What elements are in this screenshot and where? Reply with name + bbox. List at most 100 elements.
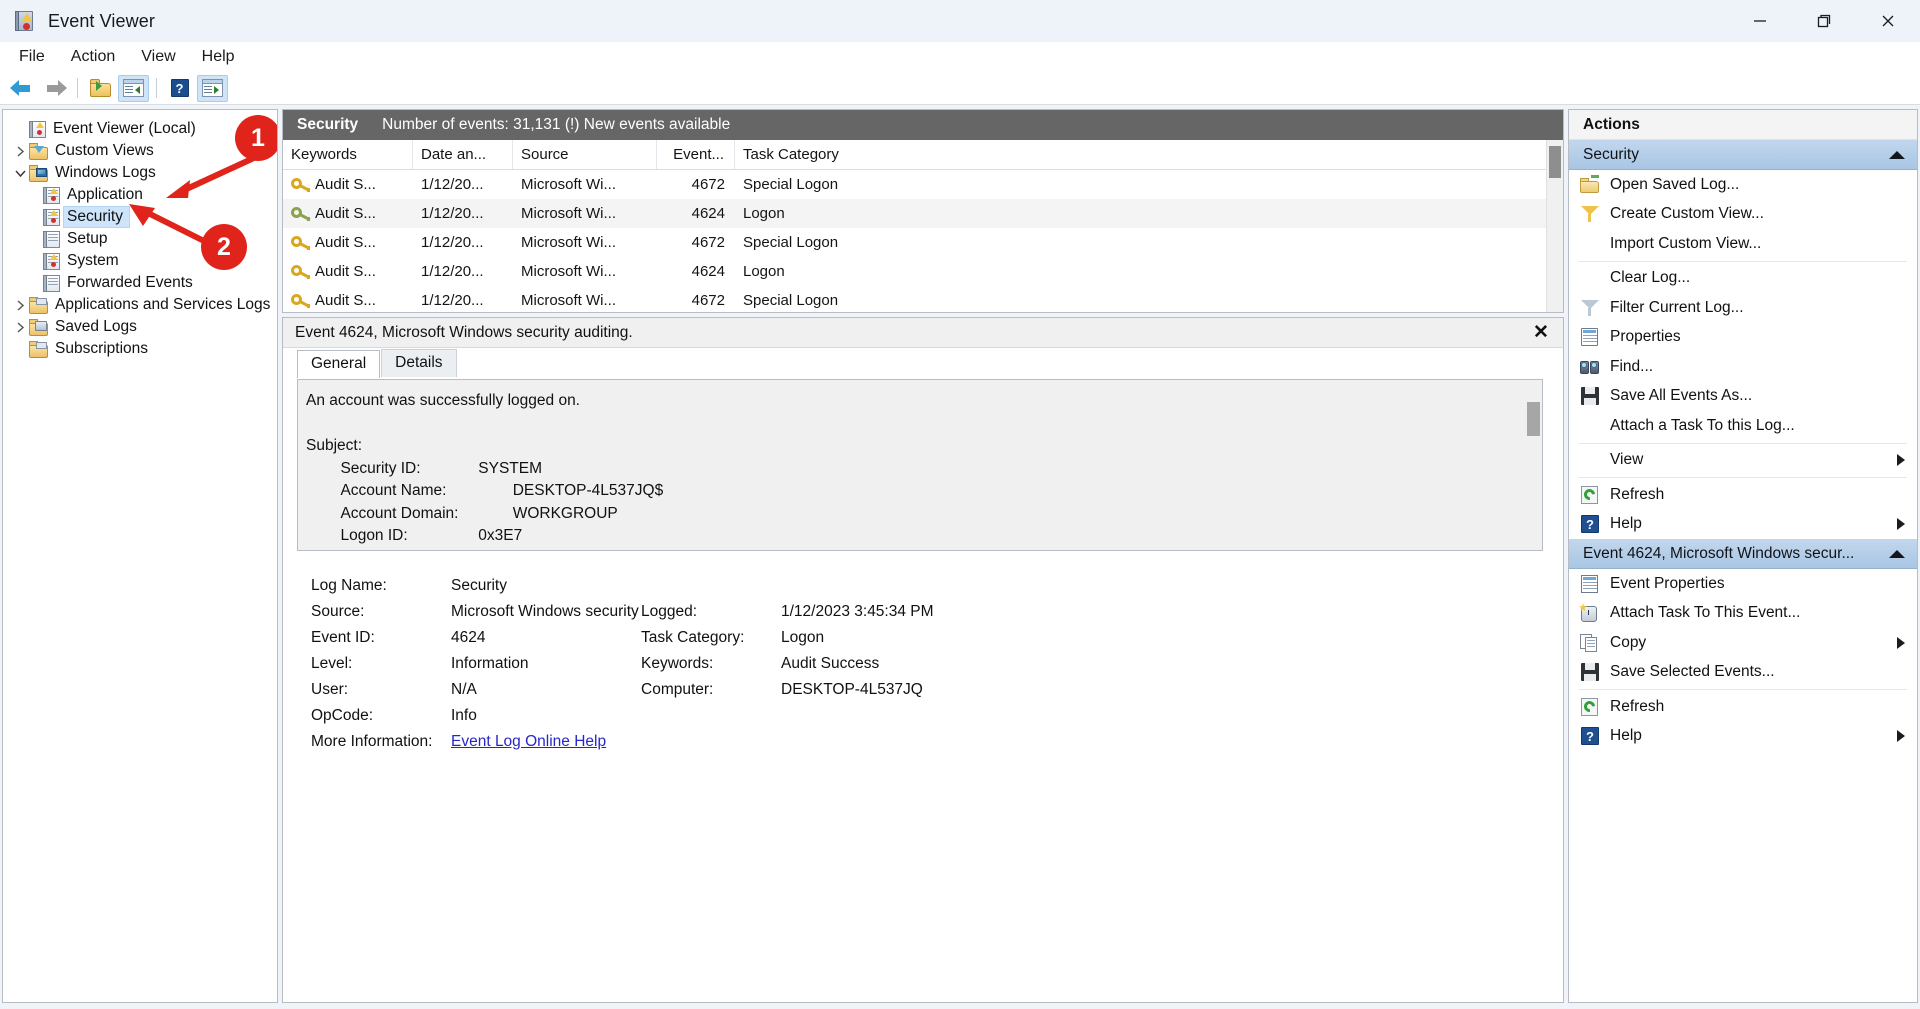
up-one-level-button[interactable] — [85, 75, 116, 102]
forward-button[interactable] — [39, 75, 70, 102]
action-import-custom-view[interactable]: Import Custom View... — [1569, 229, 1917, 259]
tree-node-applications-and-services-logs[interactable]: Applications and Services Logs — [7, 294, 277, 316]
chevron-right-icon[interactable] — [11, 321, 29, 333]
action-save-selected-events[interactable]: Save Selected Events... — [1569, 658, 1917, 688]
maximize-restore-button[interactable] — [1792, 0, 1856, 42]
action-attach-a-task-to-this-log[interactable]: Attach a Task To this Log... — [1569, 411, 1917, 441]
cell-event-id: 4672 — [691, 176, 725, 193]
tab-general[interactable]: General — [297, 350, 381, 378]
action-label: Refresh — [1610, 485, 1665, 503]
action-refresh[interactable]: Refresh — [1569, 480, 1917, 510]
action-copy[interactable]: Copy — [1569, 628, 1917, 658]
tab-details[interactable]: Details — [381, 349, 457, 377]
action-label: Open Saved Log... — [1610, 175, 1740, 193]
tree-node-label: Security — [63, 206, 130, 228]
action-create-custom-view[interactable]: Create Custom View... — [1569, 200, 1917, 230]
column-header-date-and-time[interactable]: Date an... — [413, 140, 513, 169]
submenu-arrow-icon — [1897, 636, 1905, 649]
menu-view[interactable]: View — [128, 44, 188, 70]
help-icon: ? — [1579, 726, 1601, 746]
cell-source: Microsoft Wi... — [521, 292, 617, 309]
tree-node-subscriptions[interactable]: Subscriptions — [7, 338, 277, 360]
table-row[interactable]: Audit S... 1/12/20... Microsoft Wi... 46… — [283, 228, 1546, 257]
tree-node-forwarded-events[interactable]: Forwarded Events — [7, 272, 277, 294]
action-help[interactable]: ? Help — [1569, 510, 1917, 540]
menu-action[interactable]: Action — [58, 44, 128, 70]
event-log-online-help-link[interactable]: Event Log Online Help — [451, 733, 641, 751]
collapse-up-icon[interactable] — [1889, 549, 1905, 558]
action-open-saved-log[interactable]: Open Saved Log... — [1569, 170, 1917, 200]
event-list-scrollbar[interactable] — [1546, 140, 1563, 312]
scrollbar-thumb[interactable] — [1527, 402, 1540, 436]
chevron-down-icon[interactable] — [11, 169, 29, 178]
menu-help[interactable]: Help — [189, 44, 248, 70]
cell-event-id: 4624 — [691, 205, 725, 222]
title-bar: Event Viewer — [0, 0, 1920, 42]
actions-group-header-event[interactable]: Event 4624, Microsoft Windows secur... — [1569, 539, 1917, 569]
cell-task-category: Special Logon — [743, 234, 839, 251]
close-icon[interactable]: ✕ — [1529, 321, 1553, 345]
actions-separator — [1579, 442, 1907, 444]
event-grid-main: Keywords Date an... Source Event... Task… — [283, 140, 1546, 312]
cell-date: 1/12/20... — [421, 234, 484, 251]
column-header-task-category[interactable]: Task Category — [735, 140, 1546, 169]
table-row[interactable]: Audit S... 1/12/20... Microsoft Wi... 46… — [283, 286, 1546, 312]
toolbar: ? — [0, 72, 1920, 105]
minimize-button[interactable] — [1728, 0, 1792, 42]
event-detail-tabs: General Details — [283, 348, 1563, 378]
tree-node-label: Event Viewer (Local) — [53, 120, 196, 137]
apps-services-folder-icon — [29, 296, 49, 314]
close-button[interactable] — [1856, 0, 1920, 42]
log-icon — [43, 208, 61, 226]
action-find[interactable]: Find... — [1569, 352, 1917, 382]
column-header-source[interactable]: Source — [513, 140, 657, 169]
scrollbar-thumb[interactable] — [1549, 146, 1561, 178]
find-icon — [1579, 357, 1601, 377]
show-hide-console-tree-button[interactable] — [118, 74, 149, 102]
table-row[interactable]: Audit S... 1/12/20... Microsoft Wi... 46… — [283, 257, 1546, 286]
tree-node-label: Saved Logs — [55, 318, 137, 335]
help-icon: ? — [170, 79, 189, 97]
action-view[interactable]: View — [1569, 446, 1917, 476]
action-filter-current-log[interactable]: Filter Current Log... — [1569, 293, 1917, 323]
column-header-event-id[interactable]: Event... — [657, 140, 735, 169]
action-label: Import Custom View... — [1610, 234, 1762, 252]
keywords-text: Audit S... — [315, 263, 376, 280]
tree-node-saved-logs[interactable]: Saved Logs — [7, 316, 277, 338]
key-green-icon — [291, 206, 311, 222]
chevron-right-icon[interactable] — [11, 299, 29, 311]
show-hide-action-pane-button[interactable] — [197, 74, 228, 102]
cell-event-id: 4672 — [691, 292, 725, 309]
cell-task-category: Logon — [743, 263, 785, 280]
action-help-event[interactable]: ? Help — [1569, 722, 1917, 752]
chevron-right-icon[interactable] — [11, 145, 29, 157]
cell-date: 1/12/20... — [421, 176, 484, 193]
field-user: User: N/A — [311, 677, 641, 703]
cell-source: Microsoft Wi... — [521, 205, 617, 222]
actions-group-header-security[interactable]: Security — [1569, 140, 1917, 170]
action-label: Help — [1610, 515, 1642, 533]
event-metadata: Log Name: Security Source: Microsoft Win… — [297, 551, 1543, 755]
create-custom-view-icon — [1579, 204, 1601, 224]
field-label: Log Name: — [311, 577, 387, 594]
action-clear-log[interactable]: Clear Log... — [1569, 264, 1917, 294]
custom-views-folder-icon — [29, 142, 49, 160]
menu-file[interactable]: File — [6, 44, 58, 70]
action-properties[interactable]: Properties — [1569, 323, 1917, 353]
no-icon — [1579, 234, 1601, 254]
action-event-properties[interactable]: Event Properties — [1569, 569, 1917, 599]
collapse-up-icon[interactable] — [1889, 150, 1905, 159]
action-label: View — [1610, 451, 1644, 469]
table-row[interactable]: Audit S... 1/12/20... Microsoft Wi... 46… — [283, 199, 1546, 228]
tree-node-label: Custom Views — [55, 142, 154, 159]
back-button[interactable] — [6, 75, 37, 102]
action-refresh-event[interactable]: Refresh — [1569, 692, 1917, 722]
column-header-keywords[interactable]: Keywords — [283, 140, 413, 169]
action-attach-task-to-this-event[interactable]: Attach Task To This Event... — [1569, 599, 1917, 629]
action-save-all-events-as[interactable]: Save All Events As... — [1569, 382, 1917, 412]
description-scrollbar[interactable] — [1525, 380, 1542, 550]
cell-event-id: 4672 — [691, 234, 725, 251]
help-button[interactable]: ? — [164, 75, 195, 102]
cell-keywords: Audit S... — [283, 205, 413, 222]
table-row[interactable]: Audit S... 1/12/20... Microsoft Wi... 46… — [283, 170, 1546, 199]
